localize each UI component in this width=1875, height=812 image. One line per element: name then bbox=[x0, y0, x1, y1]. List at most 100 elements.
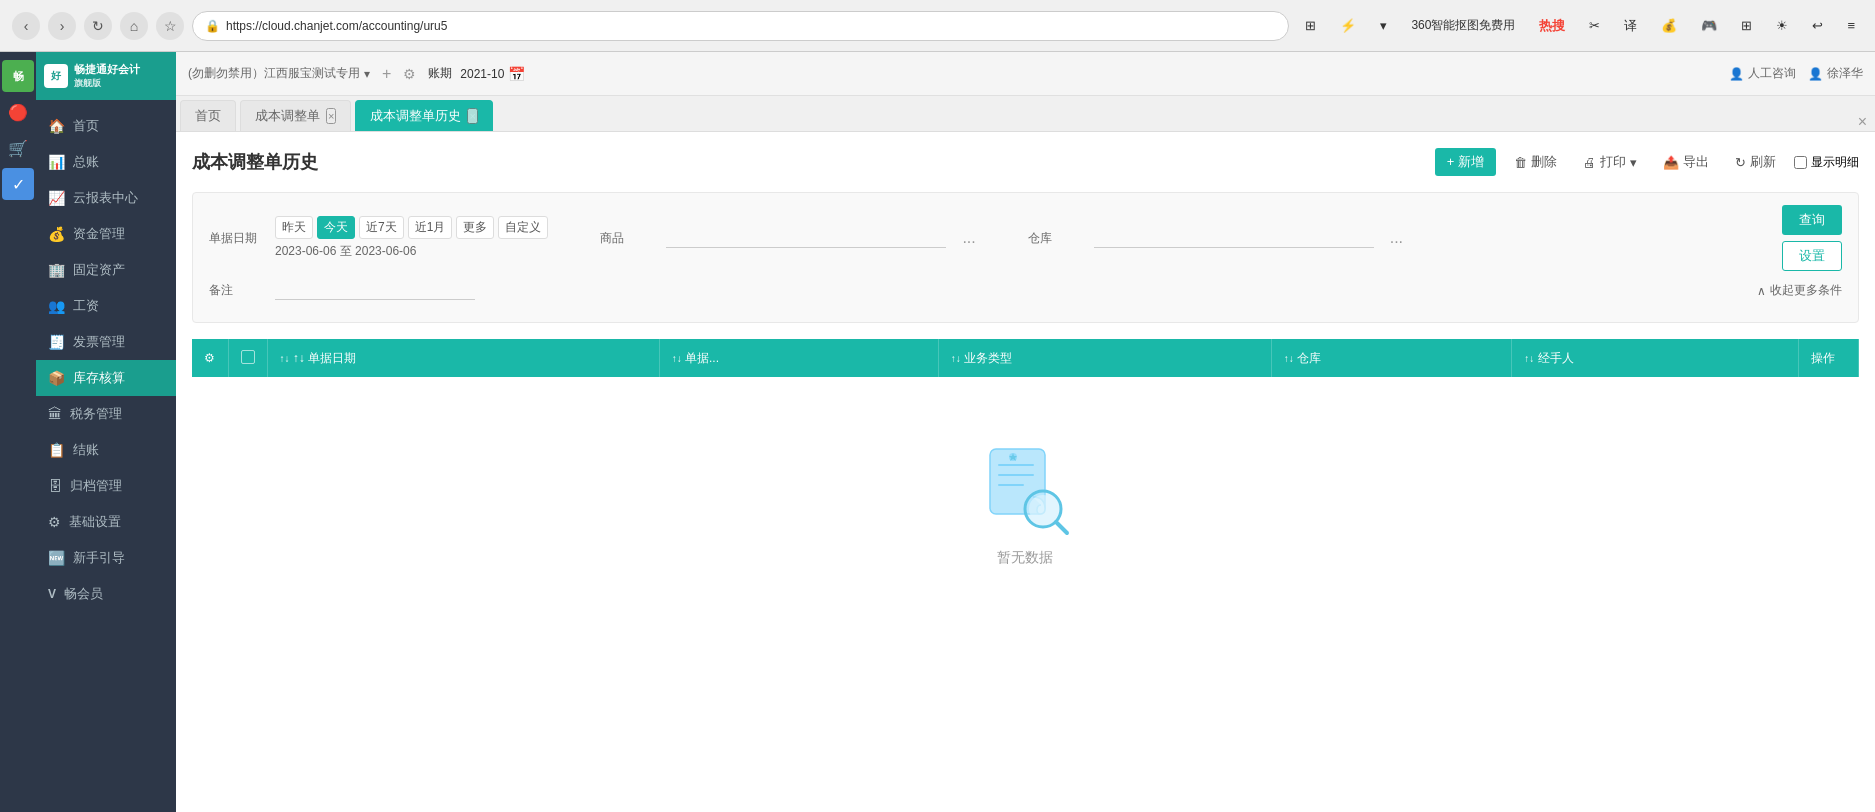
more-date-btn[interactable]: 更多 bbox=[456, 216, 494, 239]
close-all-btn[interactable]: × bbox=[1850, 113, 1875, 131]
sidebar-item-tax[interactable]: 🏛 税务管理 bbox=[36, 396, 176, 432]
query-btn[interactable]: 查询 bbox=[1782, 205, 1842, 235]
sidebar-label-assets: 固定资产 bbox=[73, 261, 125, 279]
show-columns-checkbox[interactable] bbox=[1794, 156, 1807, 169]
sidebar-item-settle[interactable]: 📋 结账 bbox=[36, 432, 176, 468]
url-bar[interactable]: 🔒 https://cloud.chanjet.com/accounting/u… bbox=[192, 11, 1289, 41]
home-button[interactable]: ⌂ bbox=[120, 12, 148, 40]
goods-ellipsis[interactable]: ... bbox=[962, 229, 975, 247]
nav-logo-edition: 旗舰版 bbox=[74, 77, 140, 90]
print-btn[interactable]: 🖨 打印 ▾ bbox=[1575, 149, 1645, 175]
delete-btn[interactable]: 🗑 删除 bbox=[1506, 149, 1565, 175]
sidebar-item-guide[interactable]: 🆕 新手引导 bbox=[36, 540, 176, 576]
date-filter-group: 昨天 今天 近7天 近1月 更多 自定义 2023-06-06 至 2023-0… bbox=[275, 216, 548, 260]
export-btn[interactable]: 📤 导出 bbox=[1655, 149, 1717, 175]
th-gear[interactable]: ⚙ bbox=[192, 339, 228, 377]
sidebar-item-inventory[interactable]: 📦 库存核算 bbox=[36, 360, 176, 396]
warehouse-input[interactable] bbox=[1094, 229, 1374, 248]
th-biz-type[interactable]: ↑↓ 业务类型 bbox=[938, 339, 1271, 377]
filter-settings-btn[interactable]: 设置 bbox=[1782, 241, 1842, 271]
tax-icon: 🏛 bbox=[48, 406, 62, 422]
sidebar-item-assets[interactable]: 🏢 固定资产 bbox=[36, 252, 176, 288]
apps-btn[interactable]: ⊞ bbox=[1733, 14, 1760, 37]
scissors-btn[interactable]: ✂ bbox=[1581, 14, 1608, 37]
extensions-btn[interactable]: ⊞ bbox=[1297, 14, 1324, 37]
print-icon: 🖨 bbox=[1583, 155, 1596, 170]
tab-cost-adjust-history[interactable]: 成本调整单历史 × bbox=[355, 100, 492, 131]
sidebar-item-ledger[interactable]: 📊 总账 bbox=[36, 144, 176, 180]
tab-cost-adjust-close[interactable]: × bbox=[326, 108, 336, 124]
th-warehouse[interactable]: ↑↓ 仓库 bbox=[1271, 339, 1511, 377]
refresh-icon: ↻ bbox=[1735, 155, 1746, 170]
th-number[interactable]: ↑↓ 单据... bbox=[659, 339, 938, 377]
service-btn[interactable]: 👤 人工咨询 bbox=[1729, 65, 1796, 82]
sidebar-item-archive[interactable]: 🗄 归档管理 bbox=[36, 468, 176, 504]
custom-date-btn[interactable]: 自定义 bbox=[498, 216, 548, 239]
bookmark-button[interactable]: ☆ bbox=[156, 12, 184, 40]
period-value: 2021-10 bbox=[460, 67, 504, 81]
sidebar-label-home: 首页 bbox=[73, 117, 99, 135]
menu-btn[interactable]: ≡ bbox=[1839, 14, 1863, 37]
th-check[interactable] bbox=[228, 339, 267, 377]
yesterday-btn[interactable]: 昨天 bbox=[275, 216, 313, 239]
today-btn[interactable]: 今天 bbox=[317, 216, 355, 239]
table-header: ⚙ ↑↓ ↑↓ 单据日期 ↑↓ 单据... ↑ bbox=[192, 339, 1859, 377]
tab-cost-adjust[interactable]: 成本调整单 × bbox=[240, 100, 351, 131]
page-actions: + 新增 🗑 删除 🖨 打印 ▾ 📤 导出 ↻ bbox=[1435, 148, 1859, 176]
wallet-btn[interactable]: 💰 bbox=[1653, 14, 1685, 37]
remark-input[interactable] bbox=[275, 281, 475, 300]
tab-home[interactable]: 首页 bbox=[180, 100, 236, 131]
warehouse-ellipsis[interactable]: ... bbox=[1390, 229, 1403, 247]
app-container: 畅 🔴 🛒 ✓ 好 畅捷通好会计 旗舰版 🏠 首页 📊 总账 📈 bbox=[0, 52, 1875, 812]
sidebar-item-payroll[interactable]: 👥 工资 bbox=[36, 288, 176, 324]
history-btn[interactable]: ↩ bbox=[1804, 14, 1831, 37]
search-text: 360智能抠图免费用 bbox=[1403, 13, 1523, 38]
collapse-arrow-icon: ∧ bbox=[1757, 284, 1766, 298]
new-btn[interactable]: + 新增 bbox=[1435, 148, 1496, 176]
sidebar-item-member[interactable]: V 畅会员 bbox=[36, 576, 176, 612]
calendar-icon[interactable]: 📅 bbox=[508, 66, 525, 82]
home-icon: 🏠 bbox=[48, 118, 65, 134]
icon-sidebar-active[interactable]: ✓ bbox=[2, 168, 34, 200]
sidebar-item-settings[interactable]: ⚙ 基础设置 bbox=[36, 504, 176, 540]
guide-icon: 🆕 bbox=[48, 550, 65, 566]
th-handler[interactable]: ↑↓ 经手人 bbox=[1512, 339, 1799, 377]
period-label: 账期 bbox=[428, 65, 452, 82]
filter-row-remark: 备注 ∧ 收起更多条件 bbox=[209, 281, 1842, 300]
tab-cost-adjust-history-close[interactable]: × bbox=[467, 108, 477, 124]
icon-sidebar-shop[interactable]: 🛒 bbox=[2, 132, 34, 164]
icon-sidebar-social[interactable]: 🔴 bbox=[2, 96, 34, 128]
th-date[interactable]: ↑↓ ↑↓ 单据日期 bbox=[267, 339, 659, 377]
refresh-btn[interactable]: ↻ 刷新 bbox=[1727, 149, 1784, 175]
dropdown-btn[interactable]: ▾ bbox=[1372, 14, 1395, 37]
lightning-btn[interactable]: ⚡ bbox=[1332, 14, 1364, 37]
sidebar-item-invoice[interactable]: 🧾 发票管理 bbox=[36, 324, 176, 360]
reload-button[interactable]: ↻ bbox=[84, 12, 112, 40]
user-avatar-icon: 👤 bbox=[1808, 67, 1823, 81]
settle-icon: 📋 bbox=[48, 442, 65, 458]
company-dropdown-icon[interactable]: ▾ bbox=[364, 67, 370, 81]
collapse-btn[interactable]: ∧ 收起更多条件 bbox=[1757, 282, 1842, 299]
sort-arrows-warehouse: ↑↓ bbox=[1284, 353, 1294, 364]
icon-sidebar-logo: 畅 bbox=[2, 60, 34, 92]
back-button[interactable]: ‹ bbox=[12, 12, 40, 40]
assets-icon: 🏢 bbox=[48, 262, 65, 278]
theme-btn[interactable]: ☀ bbox=[1768, 14, 1796, 37]
translate-btn[interactable]: 译 bbox=[1616, 13, 1645, 39]
add-company-btn[interactable]: + bbox=[382, 65, 391, 83]
7days-btn[interactable]: 近7天 bbox=[359, 216, 404, 239]
header-checkbox[interactable] bbox=[241, 350, 255, 364]
settings-gear-btn[interactable]: ⚙ bbox=[403, 66, 416, 82]
1month-btn[interactable]: 近1月 bbox=[408, 216, 453, 239]
forward-button[interactable]: › bbox=[48, 12, 76, 40]
sidebar-item-reports[interactable]: 📈 云报表中心 bbox=[36, 180, 176, 216]
inventory-icon: 📦 bbox=[48, 370, 65, 386]
user-btn[interactable]: 👤 徐泽华 bbox=[1808, 65, 1863, 82]
sidebar-item-funds[interactable]: 💰 资金管理 bbox=[36, 216, 176, 252]
sidebar-label-reports: 云报表中心 bbox=[73, 189, 138, 207]
sidebar-item-home[interactable]: 🏠 首页 bbox=[36, 108, 176, 144]
empty-state: 暂无数据 bbox=[192, 377, 1859, 627]
show-columns-label[interactable]: 显示明细 bbox=[1794, 154, 1859, 171]
goods-input[interactable] bbox=[666, 229, 946, 248]
game-btn[interactable]: 🎮 bbox=[1693, 14, 1725, 37]
